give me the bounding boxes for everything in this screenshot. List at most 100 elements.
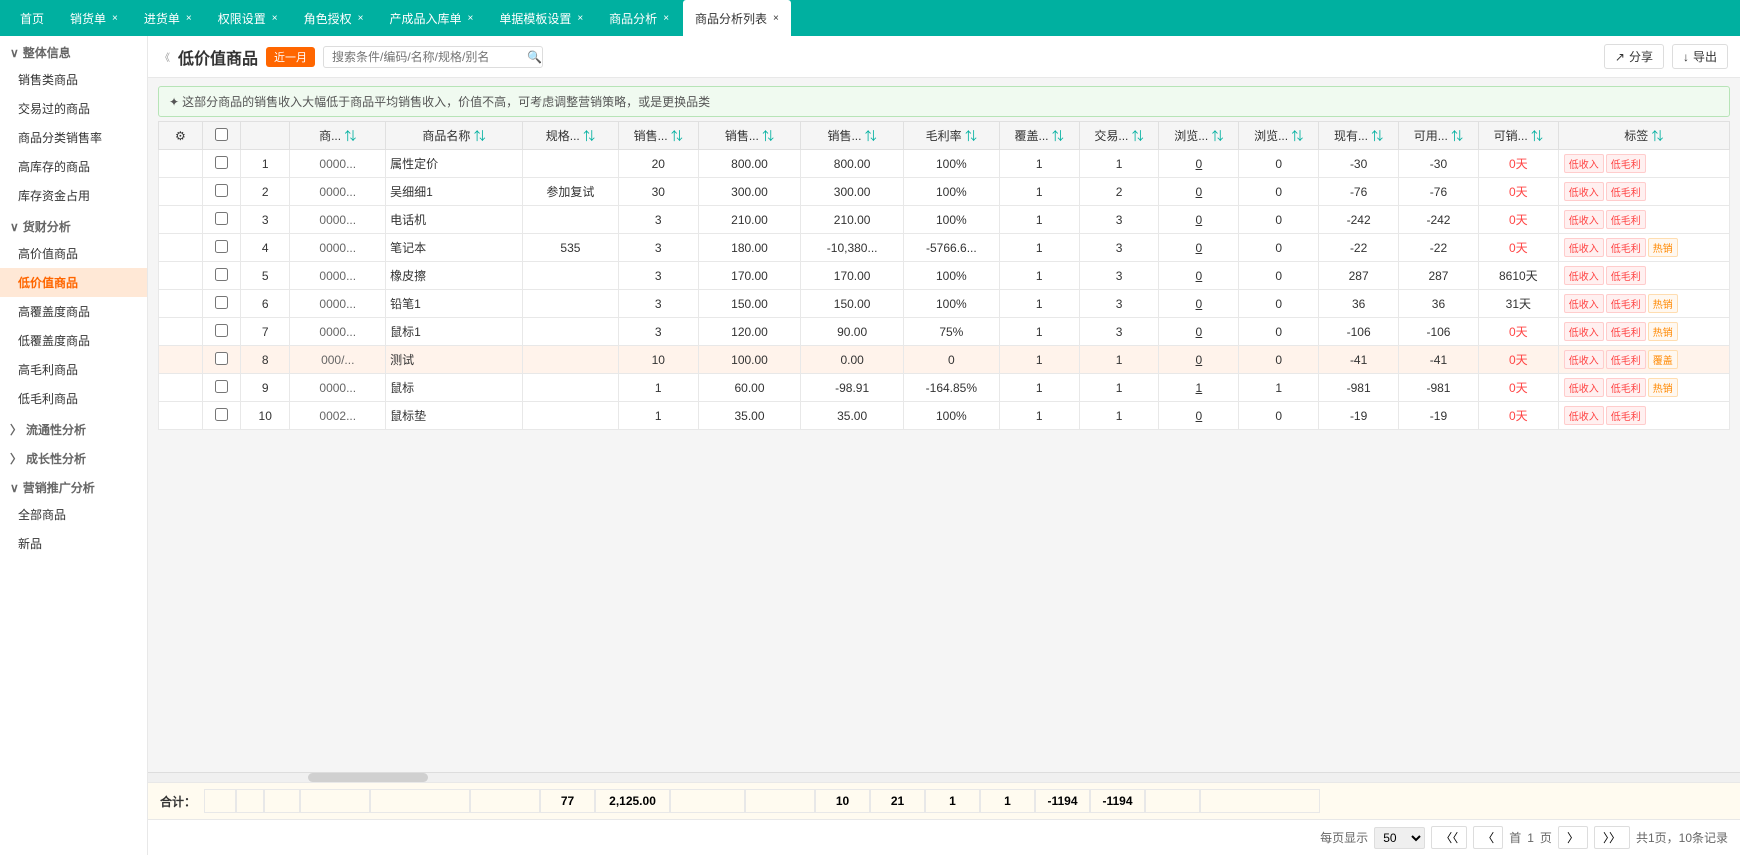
sidebar-collapse-btn[interactable]: 《 [160,49,170,64]
cov-col-header[interactable]: 覆盖... ⇅ [999,122,1079,150]
row-checkbox[interactable] [215,212,228,225]
settings-col-header[interactable]: ⚙ [159,122,203,150]
sidebar-group-overall[interactable]: ∨ 整体信息 [0,36,147,65]
row-checkbox[interactable] [215,324,228,337]
view-link[interactable]: 0 [1196,325,1203,339]
view1-cell[interactable]: 0 [1159,290,1239,318]
stock2-col-header[interactable]: 可用... ⇅ [1399,122,1479,150]
view1-col-header[interactable]: 浏览... ⇅ [1159,122,1239,150]
nav-sales-order[interactable]: 销货单 × [58,0,130,36]
view-link[interactable]: 0 [1196,185,1203,199]
row-checkbox[interactable] [215,156,228,169]
search-icon[interactable]: 🔍 [527,50,542,64]
sale2-col-header[interactable]: 销售... ⇅ [801,122,904,150]
row-checkbox[interactable] [215,380,228,393]
sidebar-group-financial[interactable]: ∨ 货财分析 [0,210,147,239]
share-button[interactable]: ↗ 分享 [1604,44,1664,69]
view1-cell[interactable]: 0 [1159,346,1239,374]
stock1-col-header[interactable]: 现有... ⇅ [1319,122,1399,150]
row-checkbox[interactable] [215,296,228,309]
sidebar-item-high-profit[interactable]: 高毛利商品 [0,355,147,384]
view-link[interactable]: 0 [1196,297,1203,311]
table-wrapper[interactable]: ⚙ 商... ⇅ 商品名称 ⇅ 规格... ⇅ 销售... ⇅ 销售... ⇅ … [158,121,1730,772]
check-cell[interactable] [202,206,240,234]
sale1-col-header[interactable]: 销售... ⇅ [698,122,801,150]
search-input[interactable] [323,46,543,68]
export-button[interactable]: ↓ 导出 [1672,44,1728,69]
check-cell[interactable] [202,402,240,430]
prev-page-btn[interactable]: 〈 [1473,826,1503,849]
per-page-select[interactable]: 50 100 [1374,827,1425,849]
rate-col-header[interactable]: 毛利率 ⇅ [903,122,999,150]
sidebar-group-liquidity[interactable]: 〉 流通性分析 [0,413,147,442]
nav-role[interactable]: 角色授权 × [292,0,376,36]
view-link[interactable]: 0 [1196,353,1203,367]
last-page-btn[interactable]: 〉〉 [1594,826,1630,849]
check-cell[interactable] [202,150,240,178]
sidebar-item-new-products[interactable]: 新品 [0,529,147,558]
sidebar-item-category-sales[interactable]: 商品分类销售率 [0,123,147,152]
view1-cell[interactable]: 0 [1159,318,1239,346]
check-cell[interactable] [202,262,240,290]
view-link[interactable]: 0 [1196,241,1203,255]
time-filter-btn[interactable]: 近一月 [266,47,315,67]
close-icon[interactable]: × [112,13,118,24]
first-page-btn[interactable]: 〈〈 [1431,826,1467,849]
view1-cell[interactable]: 0 [1159,262,1239,290]
nav-home[interactable]: 首页 [8,0,56,36]
sidebar-item-traded-products[interactable]: 交易过的商品 [0,94,147,123]
sidebar-item-low-value[interactable]: 低价值商品 [0,268,147,297]
name-col-header[interactable]: 商品名称 ⇅ [386,122,523,150]
check-cell[interactable] [202,318,240,346]
sidebar-group-growth[interactable]: 〉 成长性分析 [0,442,147,471]
code-col-header[interactable]: 商... ⇅ [290,122,386,150]
close-icon[interactable]: × [186,13,192,24]
row-checkbox[interactable] [215,408,228,421]
scrollbar-thumb[interactable] [308,773,428,782]
sidebar-item-all-products[interactable]: 全部商品 [0,500,147,529]
view1-cell[interactable]: 0 [1159,206,1239,234]
qty-col-header[interactable]: 销售... ⇅ [618,122,698,150]
row-checkbox[interactable] [215,268,228,281]
sidebar-group-marketing[interactable]: ∨ 营销推广分析 [0,471,147,500]
view1-cell[interactable]: 1 [1159,374,1239,402]
view-link[interactable]: 0 [1196,269,1203,283]
view1-cell[interactable]: 0 [1159,234,1239,262]
nav-product-analysis[interactable]: 商品分析 × [597,0,681,36]
close-icon[interactable]: × [773,13,779,24]
view-link[interactable]: 0 [1196,213,1203,227]
nav-purchase[interactable]: 进货单 × [132,0,204,36]
row-checkbox[interactable] [215,240,228,253]
horizontal-scrollbar[interactable] [148,772,1740,782]
check-col-header[interactable] [202,122,240,150]
tags-col-header[interactable]: 标签 ⇅ [1558,122,1729,150]
sidebar-item-high-inventory[interactable]: 高库存的商品 [0,152,147,181]
view1-cell[interactable]: 0 [1159,178,1239,206]
view-link[interactable]: 0 [1196,409,1203,423]
check-cell[interactable] [202,290,240,318]
trade-col-header[interactable]: 交易... ⇅ [1079,122,1159,150]
nav-product-analysis-list[interactable]: 商品分析列表 × [683,0,791,36]
sidebar-item-low-profit[interactable]: 低毛利商品 [0,384,147,413]
sidebar-item-low-coverage[interactable]: 低覆盖度商品 [0,326,147,355]
select-all-checkbox[interactable] [215,128,228,141]
view2-col-header[interactable]: 浏览... ⇅ [1239,122,1319,150]
nav-product-in[interactable]: 产成品入库单 × [377,0,485,36]
view-link[interactable]: 0 [1196,157,1203,171]
close-icon[interactable]: × [272,13,278,24]
sidebar-item-sales-products[interactable]: 销售类商品 [0,65,147,94]
view1-cell[interactable]: 0 [1159,150,1239,178]
check-cell[interactable] [202,234,240,262]
close-icon[interactable]: × [467,13,473,24]
stock3-col-header[interactable]: 可销... ⇅ [1478,122,1558,150]
sidebar-item-high-coverage[interactable]: 高覆盖度商品 [0,297,147,326]
next-page-btn[interactable]: 〉 [1558,826,1588,849]
close-icon[interactable]: × [663,13,669,24]
check-cell[interactable] [202,346,240,374]
view-link[interactable]: 1 [1196,381,1203,395]
nav-permission[interactable]: 权限设置 × [206,0,290,36]
close-icon[interactable]: × [358,13,364,24]
close-icon[interactable]: × [577,13,583,24]
view1-cell[interactable]: 0 [1159,402,1239,430]
check-cell[interactable] [202,374,240,402]
